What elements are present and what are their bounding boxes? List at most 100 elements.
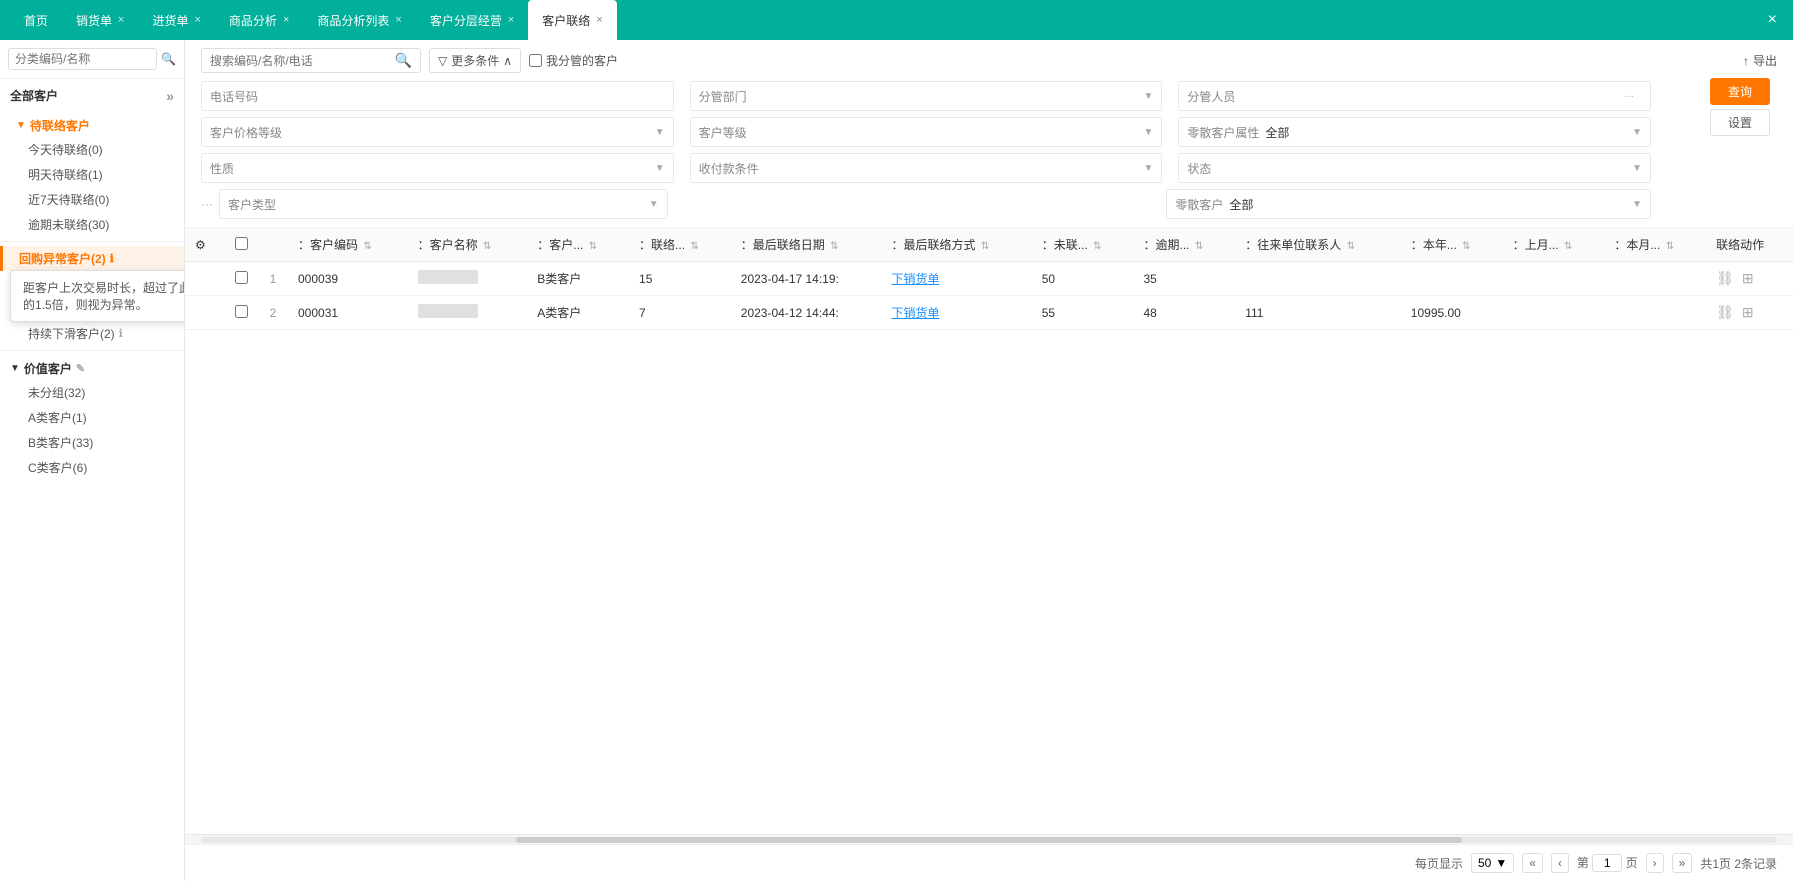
nav-tab-purchase[interactable]: 进货单 × bbox=[138, 0, 214, 40]
settings-button[interactable]: 设置 bbox=[1710, 109, 1770, 136]
current-page-input[interactable] bbox=[1592, 854, 1622, 872]
sidebar-item-tomorrow[interactable]: 明天待联络(1) bbox=[0, 162, 184, 187]
close-product-analysis-icon[interactable]: × bbox=[283, 14, 289, 26]
nav-tab-sales[interactable]: 销货单 × bbox=[62, 0, 138, 40]
col-contact-count-sort-icon: ⇅ bbox=[690, 241, 698, 252]
row-last-date-cell: 2023-04-17 14:19: bbox=[731, 262, 882, 296]
col-uncontacted-sort-icon: ⇅ bbox=[1093, 241, 1101, 252]
row-last-method-cell[interactable]: 下销货单 bbox=[881, 262, 1031, 296]
continuing-down-info-icon[interactable]: ℹ bbox=[119, 327, 123, 340]
phone-input[interactable] bbox=[266, 89, 665, 103]
more-conditions-btn[interactable]: ▽ 更多条件 ∧ bbox=[429, 48, 521, 73]
row-checkbox-0[interactable] bbox=[235, 271, 248, 284]
nav-tab-home[interactable]: 首页 bbox=[10, 0, 62, 40]
retail-customer-chevron-icon: ▼ bbox=[1632, 199, 1642, 210]
row-overdue-cell: 48 bbox=[1133, 296, 1235, 330]
nav-tab-product-list[interactable]: 商品分析列表 × bbox=[303, 0, 415, 40]
close-product-list-icon[interactable]: × bbox=[395, 14, 401, 26]
abnormal-tooltip: 距客户上次交易时长，超过了此客户的平均交易周期的1.5倍，则视为异常。 bbox=[10, 270, 185, 322]
sidebar-item-7days[interactable]: 近7天待联络(0) bbox=[0, 187, 184, 212]
customer-type-chevron-icon: ▼ bbox=[649, 199, 659, 210]
row-last-method-cell[interactable]: 下销货单 bbox=[881, 296, 1031, 330]
horizontal-scrollbar[interactable] bbox=[185, 834, 1793, 844]
value-customers-header[interactable]: ▼ 价值客户 ✎ bbox=[0, 355, 184, 380]
payment-label: 收付款条件 bbox=[699, 160, 759, 177]
sidebar-item-class-a[interactable]: A类客户(1) bbox=[0, 405, 184, 430]
row-type-cell: A类客户 bbox=[527, 296, 629, 330]
close-customer-contact-icon[interactable]: × bbox=[596, 14, 602, 26]
row-this-month-cell bbox=[1604, 262, 1706, 296]
row-link-icon-1[interactable]: ⛓ bbox=[1716, 304, 1734, 321]
sidebar-item-class-c[interactable]: C类客户(6) bbox=[0, 455, 184, 480]
nav-tab-customer-segment[interactable]: 客户分层经营 × bbox=[416, 0, 528, 40]
sidebar-search-input[interactable] bbox=[8, 48, 157, 70]
row-last-month-cell bbox=[1503, 296, 1605, 330]
value-edit-icon[interactable]: ✎ bbox=[76, 362, 85, 375]
filter-row5: ··· 客户类型 ▼ 零散客户 全部 ▼ bbox=[201, 189, 1777, 219]
status-chevron-icon: ▼ bbox=[1632, 163, 1642, 174]
customer-level-chevron-icon: ▼ bbox=[1143, 127, 1153, 138]
page-size-chevron-icon: ▼ bbox=[1495, 856, 1507, 870]
page-size-select[interactable]: 50 ▼ bbox=[1471, 853, 1514, 873]
prev-page-btn[interactable]: ‹ bbox=[1551, 853, 1569, 873]
person-field[interactable]: 分管人员 ··· 查询 设置 bbox=[1178, 81, 1651, 111]
abnormal-info-icon[interactable]: ℹ bbox=[110, 252, 114, 265]
my-customers-checkbox-wrap[interactable]: 我分管的客户 bbox=[529, 52, 618, 69]
top-nav: 首页 销货单 × 进货单 × 商品分析 × 商品分析列表 × 客户分层经营 × … bbox=[0, 0, 1793, 40]
col-num bbox=[258, 228, 288, 262]
per-page-label: 每页显示 bbox=[1415, 855, 1463, 872]
row-uncontacted-cell: 55 bbox=[1032, 296, 1134, 330]
col-contact-count: ：联络... ⇅ bbox=[629, 228, 731, 262]
customer-type-field[interactable]: 客户类型 ▼ bbox=[219, 189, 668, 219]
main-search-input[interactable] bbox=[210, 54, 395, 68]
row-grid-icon-0[interactable]: ⊞ bbox=[1742, 270, 1754, 287]
sidebar-collapse-icon[interactable]: » bbox=[166, 88, 174, 104]
col-this-month: ：本月... ⇅ bbox=[1604, 228, 1706, 262]
nav-tab-product-analysis[interactable]: 商品分析 × bbox=[215, 0, 303, 40]
row-checkbox-1[interactable] bbox=[235, 305, 248, 318]
more-dots-icon[interactable]: ··· bbox=[201, 197, 213, 211]
customer-level-field[interactable]: 客户等级 ▼ bbox=[690, 117, 1163, 147]
sidebar-item-continuing-down[interactable]: 持续下滑客户(2) ℹ bbox=[0, 321, 184, 346]
retail-attr-field[interactable]: 零散客户属性 全部 ▼ bbox=[1178, 117, 1651, 147]
sidebar-item-overdue[interactable]: 逾期未联络(30) bbox=[0, 212, 184, 237]
row-num-cell: 2 bbox=[258, 296, 288, 330]
pending-section-header[interactable]: ▼ 待联络客户 bbox=[0, 112, 184, 137]
next-page-btn[interactable]: › bbox=[1646, 853, 1664, 873]
sidebar-item-today[interactable]: 今天待联络(0) bbox=[0, 137, 184, 162]
sidebar-all-customers-header[interactable]: 全部客户 » bbox=[0, 79, 184, 112]
my-customers-checkbox[interactable] bbox=[529, 54, 542, 67]
select-all-checkbox[interactable] bbox=[235, 237, 248, 250]
col-settings: ⚙ bbox=[185, 228, 225, 262]
last-page-btn[interactable]: » bbox=[1672, 853, 1693, 873]
table-settings-icon[interactable]: ⚙ bbox=[195, 238, 206, 252]
payment-field[interactable]: 收付款条件 ▼ bbox=[690, 153, 1163, 183]
nav-tab-customer-contact[interactable]: 客户联络 × bbox=[528, 0, 616, 40]
nav-window-close-icon[interactable]: × bbox=[1768, 11, 1777, 29]
query-button[interactable]: 查询 bbox=[1710, 78, 1770, 105]
close-sales-icon[interactable]: × bbox=[118, 14, 124, 26]
retail-customer-field[interactable]: 零散客户 全部 ▼ bbox=[1166, 189, 1651, 219]
col-last-month: ：上月... ⇅ bbox=[1503, 228, 1605, 262]
row-link-icon-0[interactable]: ⛓ bbox=[1716, 270, 1734, 287]
pagination: 每页显示 50 ▼ « ‹ 第 页 › » 共1页 2条记录 bbox=[185, 844, 1793, 881]
export-button[interactable]: ↑ 导出 bbox=[1743, 52, 1777, 69]
row-code-cell: 000039 bbox=[288, 262, 408, 296]
status-field[interactable]: 状态 ▼ bbox=[1178, 153, 1651, 183]
sidebar-item-class-b[interactable]: B类客户(33) bbox=[0, 430, 184, 455]
row-grid-icon-1[interactable]: ⊞ bbox=[1742, 304, 1754, 321]
main-search-icon[interactable]: 🔍 bbox=[395, 52, 412, 69]
gender-field[interactable]: 性质 ▼ bbox=[201, 153, 674, 183]
dept-field[interactable]: 分管部门 ▼ bbox=[690, 81, 1163, 111]
status-label: 状态 bbox=[1187, 160, 1211, 177]
first-page-btn[interactable]: « bbox=[1522, 853, 1543, 873]
table-area: ⚙ ：客户编码 ⇅ ：客户名称 bbox=[185, 228, 1793, 881]
sidebar-item-ungroup[interactable]: 未分组(32) bbox=[0, 380, 184, 405]
close-purchase-icon[interactable]: × bbox=[194, 14, 200, 26]
price-level-field[interactable]: 客户价格等级 ▼ bbox=[201, 117, 674, 147]
sidebar-item-abnormal[interactable]: 回购异常客户(2) ℹ bbox=[0, 246, 184, 271]
col-this-year: ：本年... ⇅ bbox=[1401, 228, 1503, 262]
close-customer-segment-icon[interactable]: × bbox=[508, 14, 514, 26]
sidebar-search-icon[interactable]: 🔍 bbox=[161, 52, 176, 66]
scrollbar-thumb[interactable] bbox=[516, 837, 1462, 843]
